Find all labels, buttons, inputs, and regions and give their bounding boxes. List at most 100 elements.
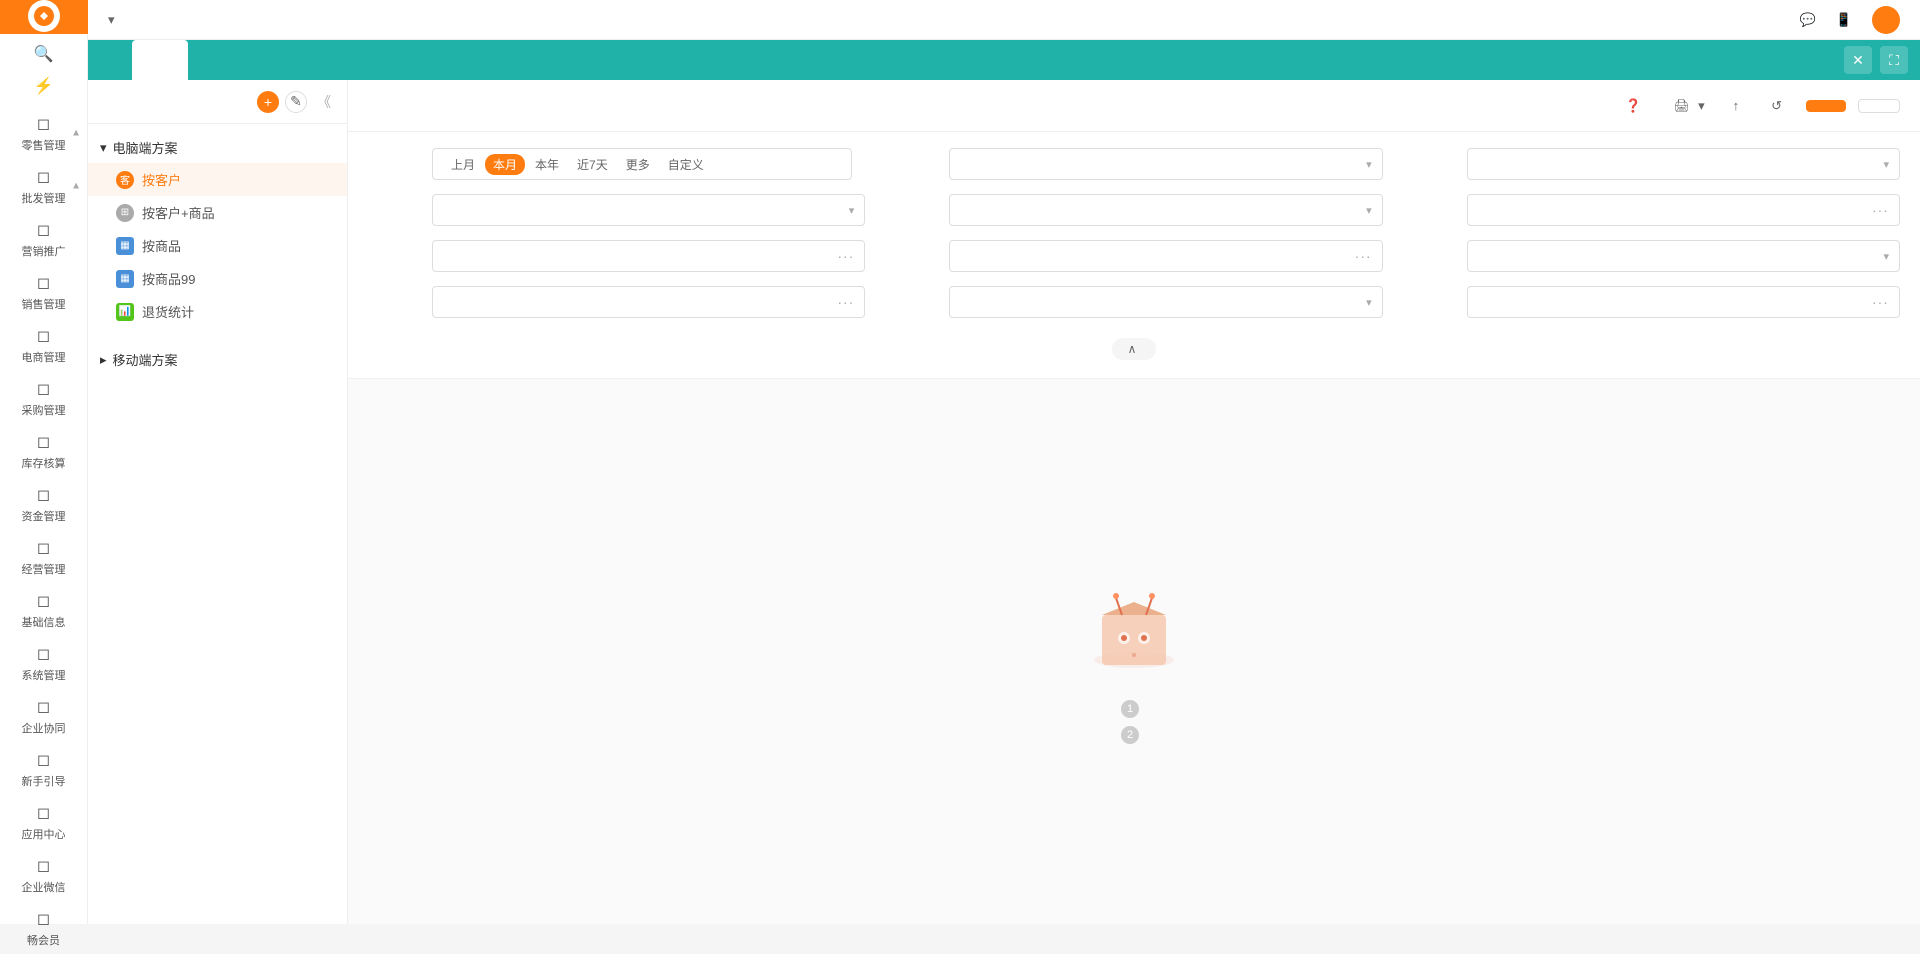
sidebar-label-finance: 资金管理	[22, 508, 66, 524]
sidebar-icon-wholesale: ◻	[34, 167, 54, 187]
product-dots-icon: ···	[837, 248, 854, 264]
filter-row-1: 上月 本月 本年 近7天 更多 自定义	[368, 148, 1900, 180]
refresh-btn[interactable]: ↺	[1763, 94, 1794, 118]
user-menu[interactable]	[1872, 6, 1904, 34]
sidebar-item-enterprise[interactable]: ◻ 企业协同	[0, 689, 87, 742]
tab-current[interactable]	[132, 40, 188, 80]
sidebar-item-basic[interactable]: ◻ 基础信息	[0, 583, 87, 636]
date-tab-custom[interactable]: 自定义	[660, 154, 712, 175]
sidebar-item-member[interactable]: ◻ 畅会员	[0, 901, 87, 954]
scheme-by-customer-product[interactable]: ⊞ 按客户+商品	[88, 196, 347, 229]
template-print-btn[interactable]: 🖨 ▾	[1666, 94, 1713, 118]
department-input[interactable]: ▾	[1467, 240, 1900, 272]
brand-input[interactable]: ···	[1467, 286, 1900, 318]
salesperson-input[interactable]: ···	[949, 240, 1382, 272]
out-status-input[interactable]: ▾	[432, 194, 865, 226]
doc-type-input[interactable]: ▾	[949, 148, 1382, 180]
sidebar-label-member: 畅会员	[27, 932, 60, 948]
sidebar-item-system[interactable]: ◻ 系统管理	[0, 636, 87, 689]
collapse-arrow-icon: ∧	[1128, 342, 1137, 356]
doc-status-input[interactable]: ▾	[1467, 148, 1900, 180]
payment-input[interactable]: ▾	[949, 286, 1382, 318]
mobile-group-title[interactable]: ▸ 移动端方案	[88, 344, 347, 375]
receiver-input[interactable]: ···	[432, 286, 865, 318]
sidebar-item-apps[interactable]: ◻ 应用中心	[0, 795, 87, 848]
scheme-by-product[interactable]: ▦ 按商品	[88, 229, 347, 262]
date-input[interactable]: 上月 本月 本年 近7天 更多 自定义	[432, 148, 852, 180]
sidebar-item-wholesale[interactable]: ◻ 批发管理 ▲	[0, 159, 87, 212]
desktop-group-title[interactable]: ▾ 电脑端方案	[88, 132, 347, 163]
date-tab-more[interactable]: 更多	[618, 154, 658, 175]
out-status-arrow-icon: ▾	[849, 204, 855, 217]
page-header: ❓ 🖨 ▾ ↑ ↺	[348, 80, 1920, 132]
sidebar-label-purchase: 采购管理	[22, 402, 66, 418]
filter-row-4: ··· ▾ ···	[368, 286, 1900, 318]
export-btn[interactable]: ↑	[1725, 94, 1752, 117]
tab-close-window-btn[interactable]: ✕	[1844, 46, 1872, 74]
sidebar-icon-basic: ◻	[34, 591, 54, 611]
date-tab-last-month[interactable]: 上月	[443, 154, 483, 175]
sidebar-search-item[interactable]: 🔍	[0, 34, 87, 70]
filter-doc-type: ▾	[885, 148, 1382, 180]
product99-scheme-label: 按商品99	[142, 269, 195, 288]
sidebar-item-operations[interactable]: ◻ 经营管理	[0, 530, 87, 583]
empty-tip-1: 1	[1121, 700, 1147, 718]
receipt-status-arrow-icon: ▾	[1366, 204, 1372, 217]
collapse-panel-btn[interactable]: 《	[313, 91, 335, 113]
sidebar-item-ecommerce[interactable]: ◻ 电商管理	[0, 318, 87, 371]
message-btn[interactable]: 💬	[1800, 12, 1820, 28]
page-actions: ❓ 🖨 ▾ ↑ ↺	[1617, 94, 1900, 118]
tab-expand-btn[interactable]: ⛶	[1880, 46, 1908, 74]
tab-close-btn[interactable]	[156, 52, 172, 68]
filter-row-3: ··· ··· ▾	[368, 240, 1900, 272]
sidebar-quick-nav[interactable]: ⚡	[0, 70, 87, 102]
date-tab-this-month[interactable]: 本月	[485, 154, 525, 175]
sidebar-label-operations: 经营管理	[22, 561, 66, 577]
warehouse-input[interactable]: ···	[1467, 194, 1900, 226]
empty-tip-2: 2	[1121, 726, 1147, 744]
collapse-filters-btn[interactable]: ∧	[1112, 338, 1157, 360]
edit-scheme-btn[interactable]: ✎	[285, 91, 307, 113]
scheme-return-stats[interactable]: 📊 退货统计	[88, 295, 347, 328]
sidebar-icon-newbie: ◻	[34, 750, 54, 770]
doc-type-arrow-icon: ▾	[1366, 158, 1372, 171]
date-tab-7days[interactable]: 近7天	[569, 154, 616, 175]
product-input[interactable]: ···	[432, 240, 865, 272]
sidebar-item-wechat[interactable]: ◻ 企业微信	[0, 848, 87, 901]
sidebar-item-newbie[interactable]: ◻ 新手引导	[0, 742, 87, 795]
sidebar-item-retail[interactable]: ◻ 零售管理 ▲	[0, 106, 87, 159]
scheme-by-product-99[interactable]: ▦ 按商品99	[88, 262, 347, 295]
phone-icon: 📱	[1836, 12, 1852, 28]
sidebar-icon-purchase: ◻	[34, 379, 54, 399]
sidebar-item-purchase[interactable]: ◻ 采购管理	[0, 371, 87, 424]
desktop-group-label: 电脑端方案	[113, 138, 178, 157]
sidebar-icon-sales: ◻	[34, 273, 54, 293]
product-scheme-icon: ▦	[116, 237, 134, 255]
empty-illustration	[1074, 560, 1194, 680]
main-area: ▾ 💬 📱	[88, 0, 1920, 924]
sidebar-item-marketing[interactable]: ◻ 营销推广	[0, 212, 87, 265]
message-icon: 💬	[1800, 12, 1816, 28]
app-download-btn[interactable]: 📱	[1836, 12, 1856, 28]
filter-out-status: ▾	[368, 194, 865, 226]
filter-row-2: ▾ ▾ ···	[368, 194, 1900, 226]
customer-product-scheme-icon: ⊞	[116, 204, 134, 222]
sidebar-label-ecommerce: 电商管理	[22, 349, 66, 365]
sidebar-item-finance[interactable]: ◻ 资金管理	[0, 477, 87, 530]
date-tab-this-year[interactable]: 本年	[527, 154, 567, 175]
filter-receiver: ···	[368, 286, 865, 318]
add-scheme-btn[interactable]: +	[257, 91, 279, 113]
receipt-status-input[interactable]: ▾	[949, 194, 1382, 226]
help-btn[interactable]: ❓	[1617, 94, 1653, 118]
sidebar-item-inventory[interactable]: ◻ 库存核算	[0, 424, 87, 477]
query-btn[interactable]	[1806, 100, 1846, 112]
sidebar: 🔍 ⚡ ◻ 零售管理 ▲◻ 批发管理 ▲◻ 营销推广 ◻ 销售管理 ◻ 电商管理…	[0, 0, 88, 924]
customer-scheme-label: 按客户	[142, 170, 181, 189]
payment-arrow-icon: ▾	[1366, 296, 1372, 309]
sidebar-item-sales[interactable]: ◻ 销售管理	[0, 265, 87, 318]
scheme-by-customer[interactable]: 客 按客户	[88, 163, 347, 196]
industry-selector[interactable]: ▾	[104, 12, 115, 28]
tab-home[interactable]	[88, 40, 128, 80]
settings-btn[interactable]	[1858, 99, 1900, 113]
product-scheme-label: 按商品	[142, 236, 181, 255]
